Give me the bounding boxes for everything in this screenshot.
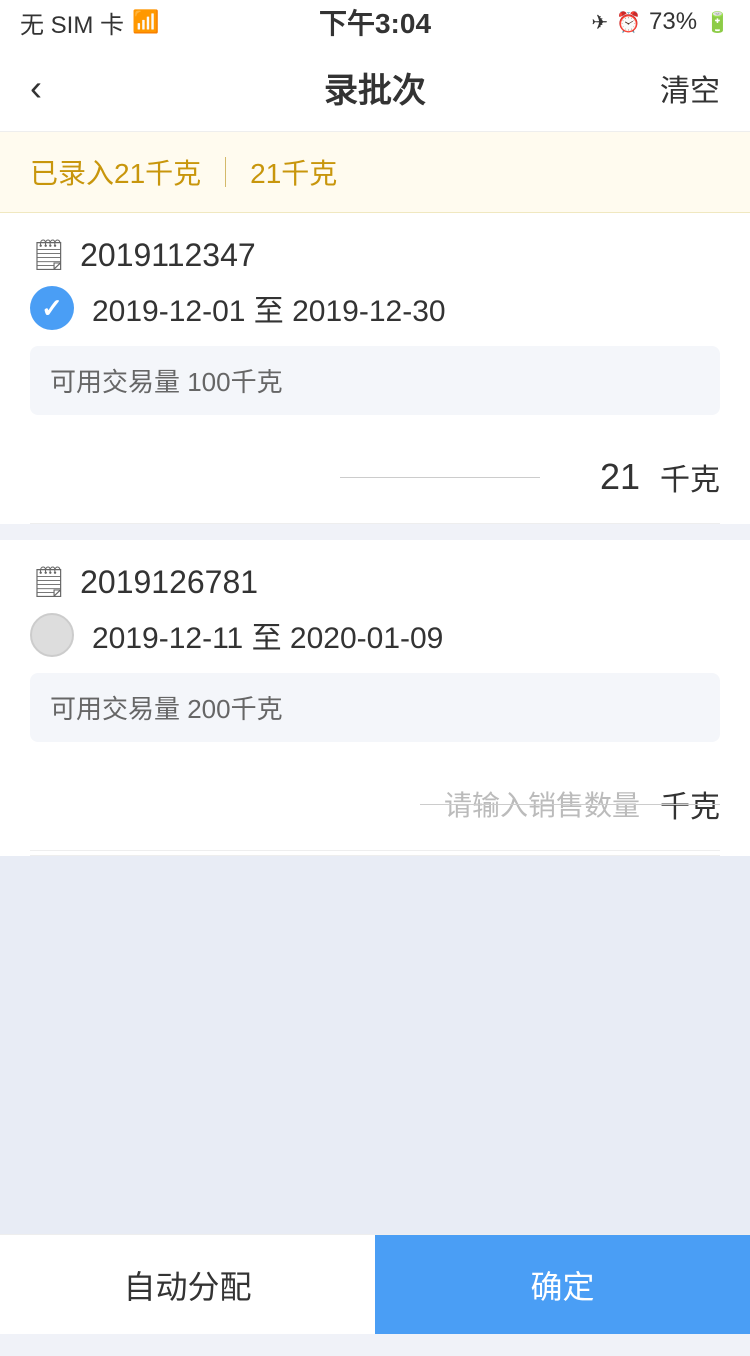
status-bar-right: ✈ ⏰ 73% 🔋: [591, 8, 730, 36]
location-icon: ✈: [591, 10, 608, 35]
batch-1-icon: 🗒: [30, 238, 68, 273]
batch-1-quantity-input[interactable]: [560, 456, 640, 498]
batch-2-date-row: 2019-12-11 至 2020-01-09: [30, 613, 720, 657]
batch-1-unit: 千克: [660, 455, 720, 499]
batch-item-2: 🗒 2019126781 2019-12-11 至 2020-01-09 可用交…: [0, 540, 750, 856]
batch-item-1: 🗒 2019112347 ✓ 2019-12-01 至 2019-12-30 可…: [0, 213, 750, 524]
batch-1-checkbox[interactable]: ✓: [30, 286, 74, 330]
summary-divider: [225, 157, 226, 187]
status-bar-left: 无 SIM 卡 📶: [20, 5, 159, 40]
batch-2-header: 🗒 2019126781: [30, 564, 720, 601]
batch-1-header: 🗒 2019112347: [30, 237, 720, 274]
page-title: 录批次: [324, 63, 426, 112]
status-bar: 无 SIM 卡 📶 下午3:04 ✈ ⏰ 73% 🔋: [0, 0, 750, 44]
quantity-underline: [340, 477, 540, 478]
batch-2-icon: 🗒: [30, 565, 68, 600]
empty-area: [0, 856, 750, 1256]
batch-2-id: 2019126781: [80, 564, 258, 601]
summary-banner: 已录入21千克 21千克: [0, 132, 750, 213]
quantity-underline-2: [420, 804, 720, 805]
status-bar-time: 下午3:04: [319, 2, 431, 42]
section-divider: [0, 524, 750, 540]
auto-distribute-button[interactable]: 自动分配: [0, 1235, 375, 1334]
recorded-label: 已录入21千克: [30, 152, 201, 192]
batch-1-quantity-row: 千克: [30, 435, 720, 524]
batch-1-date-row: ✓ 2019-12-01 至 2019-12-30: [30, 286, 720, 330]
nav-bar: ‹ 录批次 清空: [0, 44, 750, 132]
alarm-icon: ⏰: [616, 10, 641, 35]
battery-icon: 🔋: [705, 10, 730, 35]
confirm-button[interactable]: 确定: [375, 1235, 750, 1334]
back-button[interactable]: ‹: [30, 67, 90, 109]
batch-2-checkbox[interactable]: [30, 613, 74, 657]
check-mark-icon: ✓: [41, 293, 63, 324]
summary-amount: 21千克: [250, 152, 337, 192]
wifi-icon: 📶: [132, 9, 159, 35]
batch-1-date: 2019-12-01 至 2019-12-30: [92, 286, 446, 330]
batch-2-available: 可用交易量 200千克: [30, 673, 720, 742]
batch-2-quantity-row: 请输入销售数量 千克: [30, 762, 720, 851]
no-sim-text: 无 SIM 卡: [20, 5, 124, 40]
batch-1-id: 2019112347: [80, 237, 256, 274]
batch-1-available: 可用交易量 100千克: [30, 346, 720, 415]
clear-button[interactable]: 清空: [660, 66, 720, 110]
bottom-bar: 自动分配 确定: [0, 1234, 750, 1334]
batch-2-date: 2019-12-11 至 2020-01-09: [92, 613, 443, 657]
battery-text: 73%: [649, 8, 697, 36]
